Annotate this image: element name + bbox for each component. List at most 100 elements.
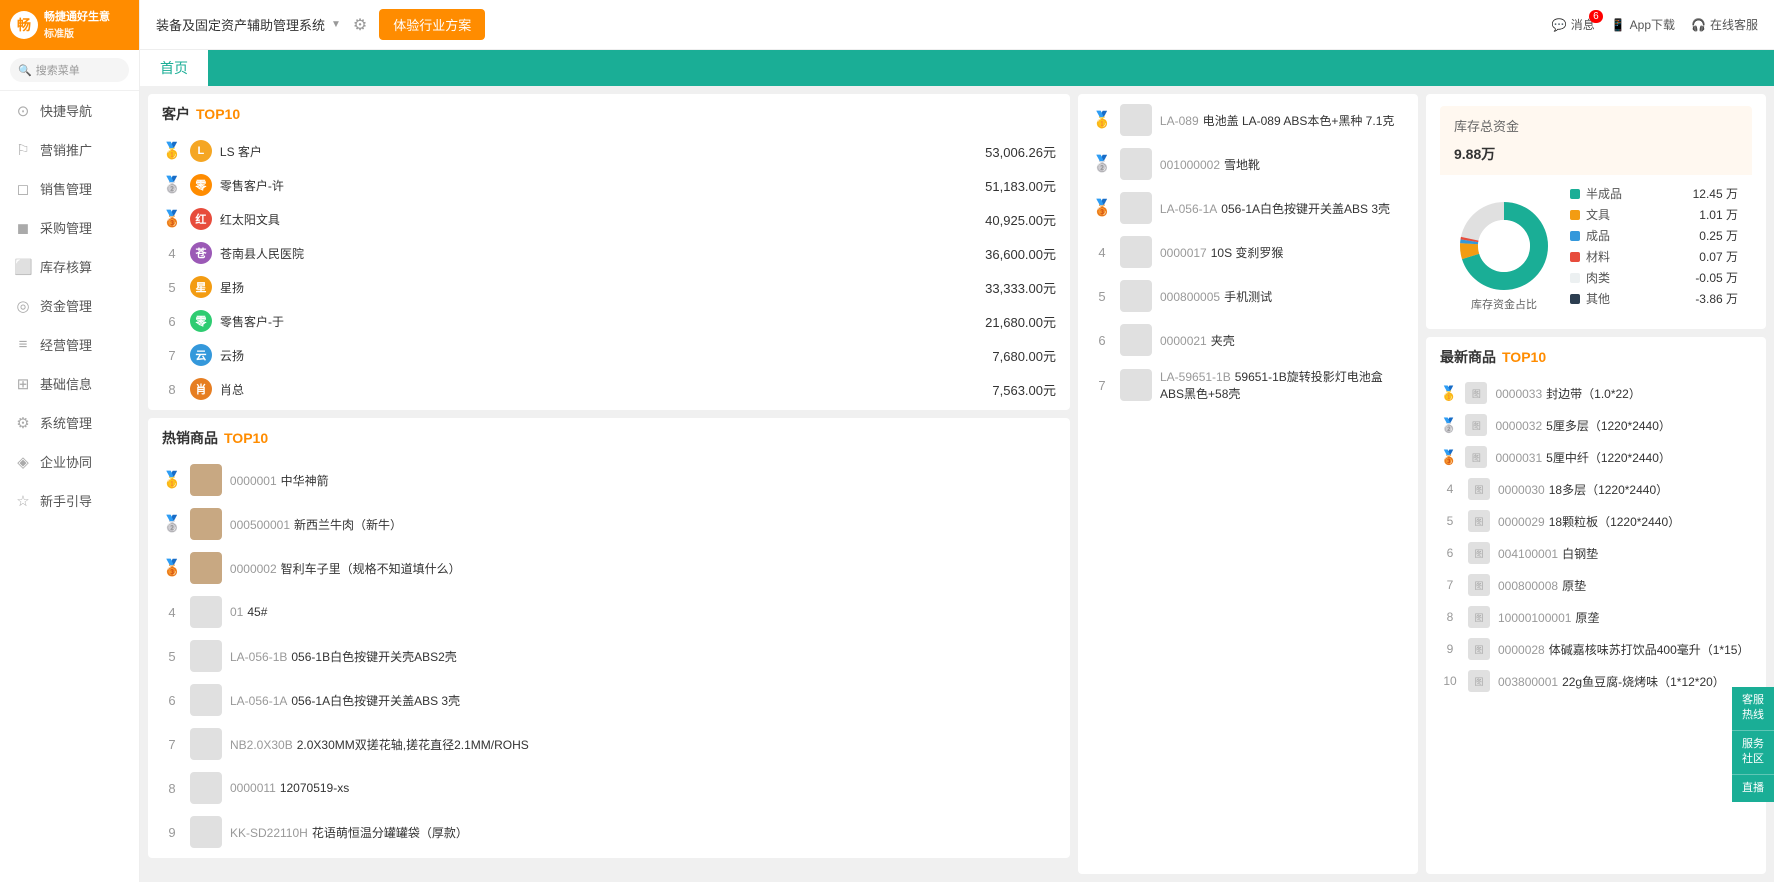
product-image: [1120, 369, 1152, 401]
rank-value: 51,183.00元: [985, 176, 1056, 195]
list-item: 4 图 000003018多层（1220*2440）: [1426, 473, 1766, 505]
product-info: 000003018多层（1220*2440）: [1498, 481, 1668, 498]
system-selector[interactable]: 装备及固定资产辅助管理系统 ▼: [156, 15, 341, 34]
list-item: 🥇 L LS 客户 53,006.26元: [148, 134, 1070, 168]
product-icon: 图: [1465, 446, 1487, 468]
nav-label-operations: 经营管理: [40, 335, 92, 354]
rank-medal: 🥉: [1092, 198, 1112, 218]
list-item: 6 0000021夹壳: [1078, 318, 1418, 362]
product-image: [1120, 324, 1152, 356]
product-image: [1120, 148, 1152, 180]
nav-icon-cooperation: ◈: [14, 453, 32, 471]
logo-sub: 标准版: [44, 25, 110, 40]
legend-value: -0.05 万: [1695, 269, 1738, 286]
list-item: 🥉 LA-056-1A056-1A白色按键开关盖ABS 3壳: [1078, 186, 1418, 230]
nav-label-cooperation: 企业协同: [40, 452, 92, 471]
rank-value: 7,680.00元: [992, 346, 1056, 365]
inventory-card: 库存总资金 9.88万: [1426, 94, 1766, 329]
product-image: [190, 684, 222, 716]
product-info: 000800008原垫: [1498, 577, 1586, 594]
sidebar-item-sales[interactable]: ◻销售管理: [0, 169, 139, 208]
sidebar-item-marketing[interactable]: ⚐营销推广: [0, 130, 139, 169]
chevron-down-icon: ▼: [331, 19, 341, 30]
sidebar-item-inventory[interactable]: ⬜库存核算: [0, 247, 139, 286]
list-item: 8 000001112070519-xs: [148, 766, 1070, 810]
legend-item: 半成品 12.45 万: [1570, 185, 1738, 202]
headset-icon: 🎧: [1691, 18, 1706, 32]
rank-badge: 云: [190, 344, 212, 366]
sidebar-item-basic[interactable]: ⊞基础信息: [0, 364, 139, 403]
sidebar-item-system[interactable]: ⚙系统管理: [0, 403, 139, 442]
tab-home[interactable]: 首页: [140, 50, 208, 86]
online-service-button[interactable]: 🎧 在线客服: [1691, 16, 1758, 33]
hot-products-title: 热销商品: [162, 428, 218, 448]
product-icon: 图: [1468, 510, 1490, 532]
hot-products-right-card: 🥇 LA-089电池盖 LA-089 ABS本色+黑种 7.1克 🥈 00100…: [1078, 94, 1418, 874]
rank-medal: 🥈: [162, 514, 182, 534]
nav-label-purchase: 采购管理: [40, 218, 92, 237]
product-name: 000800005手机测试: [1160, 288, 1404, 305]
rank-number: 8: [162, 382, 182, 397]
trial-button[interactable]: 体验行业方案: [379, 9, 485, 40]
list-item: 10 图 00380000122g鱼豆腐-烧烤味（1*12*20）: [1426, 665, 1766, 697]
rank-value: 33,333.00元: [985, 278, 1056, 297]
rank-medal: 🥇: [1092, 110, 1112, 130]
rank-number: 6: [1440, 546, 1460, 560]
product-name: KK-SD22110H花语萌恒温分罐罐袋（厚款）: [230, 824, 1056, 841]
app-download-button[interactable]: 📱 App下载: [1611, 16, 1675, 33]
sidebar-item-quick-nav[interactable]: ⊙快捷导航: [0, 91, 139, 130]
right-column: 库存总资金 9.88万: [1426, 94, 1766, 874]
list-item: 7 图 000800008原垫: [1426, 569, 1766, 601]
new-products-card: 最新商品 TOP10 🥇 图 0000033封边带（1.0*22） 🥈 图 00…: [1426, 337, 1766, 874]
hot-products-card: 热销商品 TOP10 🥇 0000001中华神箭 🥈 000500001新西兰牛…: [148, 418, 1070, 858]
product-info: 10000100001原垄: [1498, 609, 1599, 626]
rank-medal: 🥉: [162, 209, 182, 229]
message-button[interactable]: 💬 消息 6: [1552, 16, 1595, 33]
nav-label-guide: 新手引导: [40, 491, 92, 510]
product-image: [1120, 236, 1152, 268]
inventory-value: 9.88万: [1454, 139, 1738, 165]
sidebar-search-container[interactable]: 🔍 搜索菜单: [0, 50, 139, 91]
main-area: 装备及固定资产辅助管理系统 ▼ ⚙ 体验行业方案 💬 消息 6 📱 App下载 …: [140, 0, 1774, 882]
product-info: 000002918颗粒板（1220*2440）: [1498, 513, 1680, 530]
rank-badge: 肖: [190, 378, 212, 400]
rank-number: 7: [162, 737, 182, 752]
list-item: 7 NB2.0X30B2.0X30MM双搓花轴,搓花直径2.1MM/ROHS: [148, 722, 1070, 766]
float-panel-button[interactable]: 客服 热线: [1732, 687, 1774, 731]
rank-number: 5: [162, 649, 182, 664]
rank-number: 6: [1092, 333, 1112, 348]
nav-icon-quick-nav: ⊙: [14, 102, 32, 120]
rank-medal: 🥇: [162, 141, 182, 161]
product-icon: 图: [1468, 606, 1490, 628]
tab-bar: 首页: [140, 50, 1774, 86]
list-item: 6 LA-056-1A056-1A白色按键开关盖ABS 3壳: [148, 678, 1070, 722]
settings-icon[interactable]: ⚙: [353, 15, 367, 35]
product-image: [190, 728, 222, 760]
rank-medal: 🥉: [1440, 449, 1457, 466]
sidebar-item-cooperation[interactable]: ◈ 企业协同: [0, 442, 139, 481]
inventory-legend: 半成品 12.45 万 文具 1.01 万 成品 0.25 万 材料 0.07 …: [1570, 185, 1738, 307]
legend-name: 文具: [1586, 206, 1693, 223]
sidebar-item-operations[interactable]: ≡经营管理: [0, 325, 139, 364]
rank-value: 40,925.00元: [985, 210, 1056, 229]
sidebar-item-finance[interactable]: ◎资金管理: [0, 286, 139, 325]
legend-value: 0.25 万: [1699, 227, 1738, 244]
product-name: LA-056-1A056-1A白色按键开关盖ABS 3壳: [1160, 200, 1404, 217]
rank-name: 零售客户-许: [220, 177, 977, 194]
list-item: 6 零 零售客户-于 21,680.00元: [148, 304, 1070, 338]
list-item: 5 图 000002918颗粒板（1220*2440）: [1426, 505, 1766, 537]
product-icon: 图: [1468, 478, 1490, 500]
list-item: 5 LA-056-1B056-1B白色按键开关壳ABS2壳: [148, 634, 1070, 678]
float-panel-button[interactable]: 服务 社区: [1732, 731, 1774, 775]
float-panel-button[interactable]: 直播: [1732, 775, 1774, 802]
topbar-right: 💬 消息 6 📱 App下载 🎧 在线客服: [1552, 16, 1758, 33]
sidebar-item-guide[interactable]: ☆新手引导: [0, 481, 139, 520]
list-item: 9 KK-SD22110H花语萌恒温分罐罐袋（厚款）: [148, 810, 1070, 854]
product-icon: 图: [1468, 574, 1490, 596]
nav-label-inventory: 库存核算: [40, 257, 92, 276]
rank-number: 8: [1440, 610, 1460, 624]
legend-value: 1.01 万: [1699, 206, 1738, 223]
product-info: 0000033封边带（1.0*22）: [1495, 385, 1640, 402]
sidebar-item-purchase[interactable]: ◼采购管理: [0, 208, 139, 247]
search-input[interactable]: 🔍 搜索菜单: [10, 58, 129, 82]
